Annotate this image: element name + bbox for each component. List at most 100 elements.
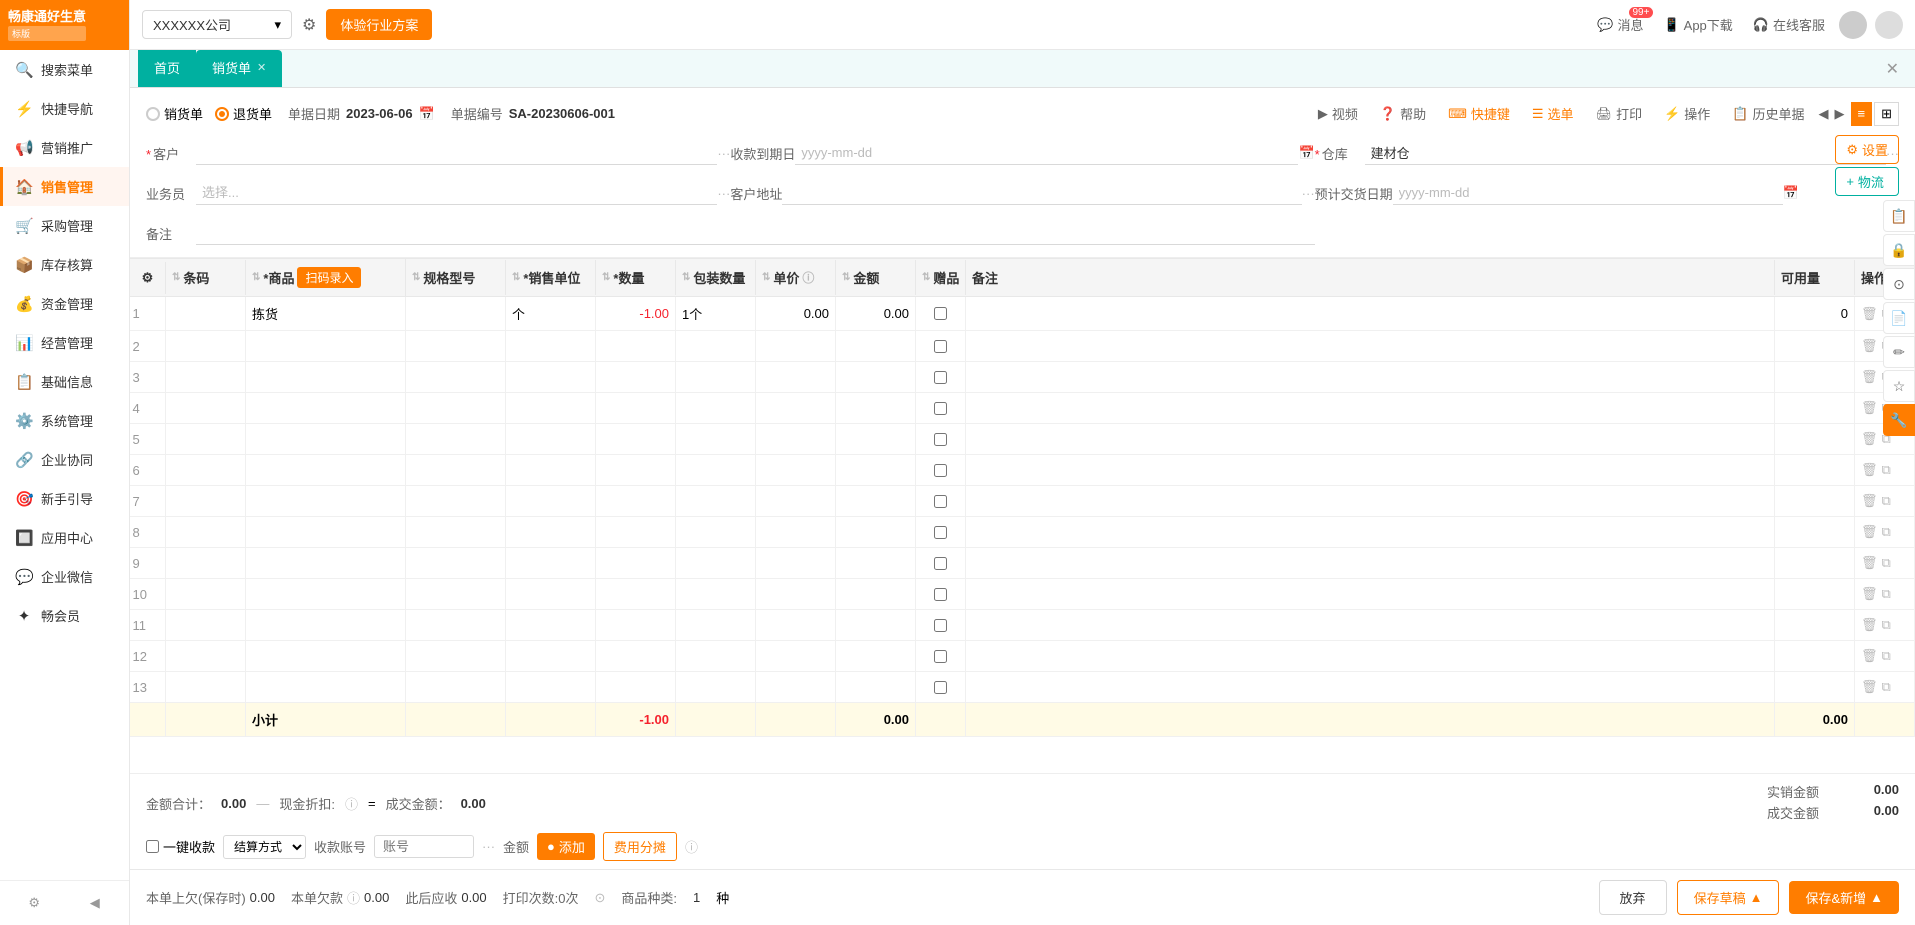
gift-checkbox-6[interactable]	[934, 495, 947, 508]
float-btn-star[interactable]: ☆	[1883, 370, 1915, 402]
copy-icon-6[interactable]: ⧉	[1882, 493, 1891, 509]
copy-icon-11[interactable]: ⧉	[1882, 648, 1891, 664]
history-btn[interactable]: 📋 历史单据	[1724, 100, 1812, 127]
float-btn-lock[interactable]: 🔒	[1883, 234, 1915, 266]
sidebar-item-8[interactable]: 📋基础信息	[0, 362, 129, 401]
nav-next-icon[interactable]: ▶	[1835, 106, 1845, 122]
delete-icon-6[interactable]: 🗑	[1861, 493, 1878, 509]
td-pkg-10[interactable]	[676, 610, 756, 640]
td-spec-0[interactable]	[406, 297, 506, 330]
user-avatar2[interactable]	[1875, 11, 1903, 39]
salesperson-input[interactable]	[196, 181, 717, 205]
copy-icon-10[interactable]: ⧉	[1882, 617, 1891, 633]
select-btn[interactable]: ☰ 选单	[1524, 100, 1582, 127]
one-click-pay-checkbox[interactable]: 一键收款	[146, 837, 215, 856]
td-unit-0[interactable]: 个	[506, 297, 596, 330]
sidebar-item-1[interactable]: ⚡快捷导航	[0, 89, 129, 128]
add-btn[interactable]: ● 添加	[537, 833, 595, 860]
td-unit-1[interactable]	[506, 331, 596, 361]
td-price-0[interactable]: 0.00	[756, 297, 836, 330]
shortcut-btn[interactable]: ⌨ 快捷键	[1440, 100, 1518, 127]
td-unit-5[interactable]	[506, 455, 596, 485]
td-amount-3[interactable]	[836, 393, 916, 423]
topbar-gear-icon[interactable]: ⚙	[302, 15, 316, 35]
copy-icon-12[interactable]: ⧉	[1882, 679, 1891, 695]
float-btn-edit[interactable]: ✏	[1883, 336, 1915, 368]
td-spec-8[interactable]	[406, 548, 506, 578]
td-remark-10[interactable]	[966, 610, 1775, 640]
setting-btn[interactable]: ⚙ 设置	[1835, 135, 1899, 164]
td-product-8[interactable]	[246, 548, 406, 578]
td-remark-11[interactable]	[966, 641, 1775, 671]
td-product-3[interactable]	[246, 393, 406, 423]
td-spec-10[interactable]	[406, 610, 506, 640]
expected-date-input[interactable]	[1393, 181, 1783, 205]
td-unit-11[interactable]	[506, 641, 596, 671]
td-spec-9[interactable]	[406, 579, 506, 609]
td-spec-7[interactable]	[406, 517, 506, 547]
td-barcode-11[interactable]	[166, 641, 246, 671]
radio-return-order[interactable]: 退货单	[215, 104, 272, 123]
td-qty-6[interactable]	[596, 486, 676, 516]
td-unit-12[interactable]	[506, 672, 596, 702]
td-unit-6[interactable]	[506, 486, 596, 516]
sidebar-item-5[interactable]: 📦库存核算	[0, 245, 129, 284]
td-remark-9[interactable]	[966, 579, 1775, 609]
due-date-calendar-icon[interactable]: 📅	[1298, 145, 1314, 161]
td-price-7[interactable]	[756, 517, 836, 547]
td-price-6[interactable]	[756, 486, 836, 516]
user-avatar[interactable]	[1839, 11, 1867, 39]
remark-input[interactable]	[196, 221, 1315, 245]
save-draft-chevron[interactable]: ▲	[1750, 890, 1763, 905]
nav-prev-icon[interactable]: ◀	[1819, 106, 1829, 122]
delete-icon-4[interactable]: 🗑	[1861, 431, 1878, 447]
gift-checkbox-11[interactable]	[934, 650, 947, 663]
td-product-10[interactable]	[246, 610, 406, 640]
sidebar-collapse-btn[interactable]: ◀	[69, 889, 122, 917]
td-remark-7[interactable]	[966, 517, 1775, 547]
td-pkg-2[interactable]	[676, 362, 756, 392]
sidebar-item-10[interactable]: 🔗企业协同	[0, 440, 129, 479]
td-amount-6[interactable]	[836, 486, 916, 516]
tab-sales-order[interactable]: 销货单 ✕	[196, 50, 282, 87]
td-amount-0[interactable]: 0.00	[836, 297, 916, 330]
view-grid-btn[interactable]: ⊞	[1874, 102, 1899, 126]
td-spec-6[interactable]	[406, 486, 506, 516]
price-info-icon[interactable]: ⓘ	[802, 269, 814, 286]
tab-close-icon[interactable]: ✕	[257, 61, 266, 74]
td-product-2[interactable]	[246, 362, 406, 392]
td-pkg-8[interactable]	[676, 548, 756, 578]
td-spec-4[interactable]	[406, 424, 506, 454]
sidebar-item-14[interactable]: ✦畅会员	[0, 596, 129, 635]
td-pkg-4[interactable]	[676, 424, 756, 454]
scan-btn[interactable]: 扫码录入	[297, 267, 361, 288]
td-spec-2[interactable]	[406, 362, 506, 392]
delete-icon-3[interactable]: 🗑	[1861, 400, 1878, 416]
td-remark-4[interactable]	[966, 424, 1775, 454]
save-draft-btn[interactable]: 保存草稿 ▲	[1677, 880, 1780, 915]
sidebar-item-4[interactable]: 🛒采购管理	[0, 206, 129, 245]
account-input[interactable]	[374, 835, 474, 858]
td-gift-6[interactable]	[916, 486, 966, 516]
float-btn-tool[interactable]: 🔧	[1883, 404, 1915, 436]
gear-icon[interactable]: ⚙	[142, 270, 154, 286]
td-barcode-8[interactable]	[166, 548, 246, 578]
customer-addr-dots[interactable]: ···	[1302, 186, 1315, 201]
td-price-2[interactable]	[756, 362, 836, 392]
radio-sales-order[interactable]: 销货单	[146, 104, 203, 123]
gift-checkbox-12[interactable]	[934, 681, 947, 694]
delete-icon-11[interactable]: 🗑	[1861, 648, 1878, 664]
expense-btn[interactable]: 费用分摊	[603, 832, 677, 861]
sidebar-item-6[interactable]: 💰资金管理	[0, 284, 129, 323]
warehouse-input[interactable]	[1365, 141, 1886, 165]
td-pkg-3[interactable]	[676, 393, 756, 423]
td-gift-2[interactable]	[916, 362, 966, 392]
one-click-pay-check[interactable]	[146, 840, 159, 853]
gift-checkbox-0[interactable]	[934, 307, 947, 320]
delete-icon-9[interactable]: 🗑	[1861, 586, 1878, 602]
td-gift-7[interactable]	[916, 517, 966, 547]
td-remark-0[interactable]	[966, 297, 1775, 330]
td-amount-7[interactable]	[836, 517, 916, 547]
company-select[interactable]: XXXXXX公司 ▾	[142, 10, 292, 39]
td-barcode-12[interactable]	[166, 672, 246, 702]
